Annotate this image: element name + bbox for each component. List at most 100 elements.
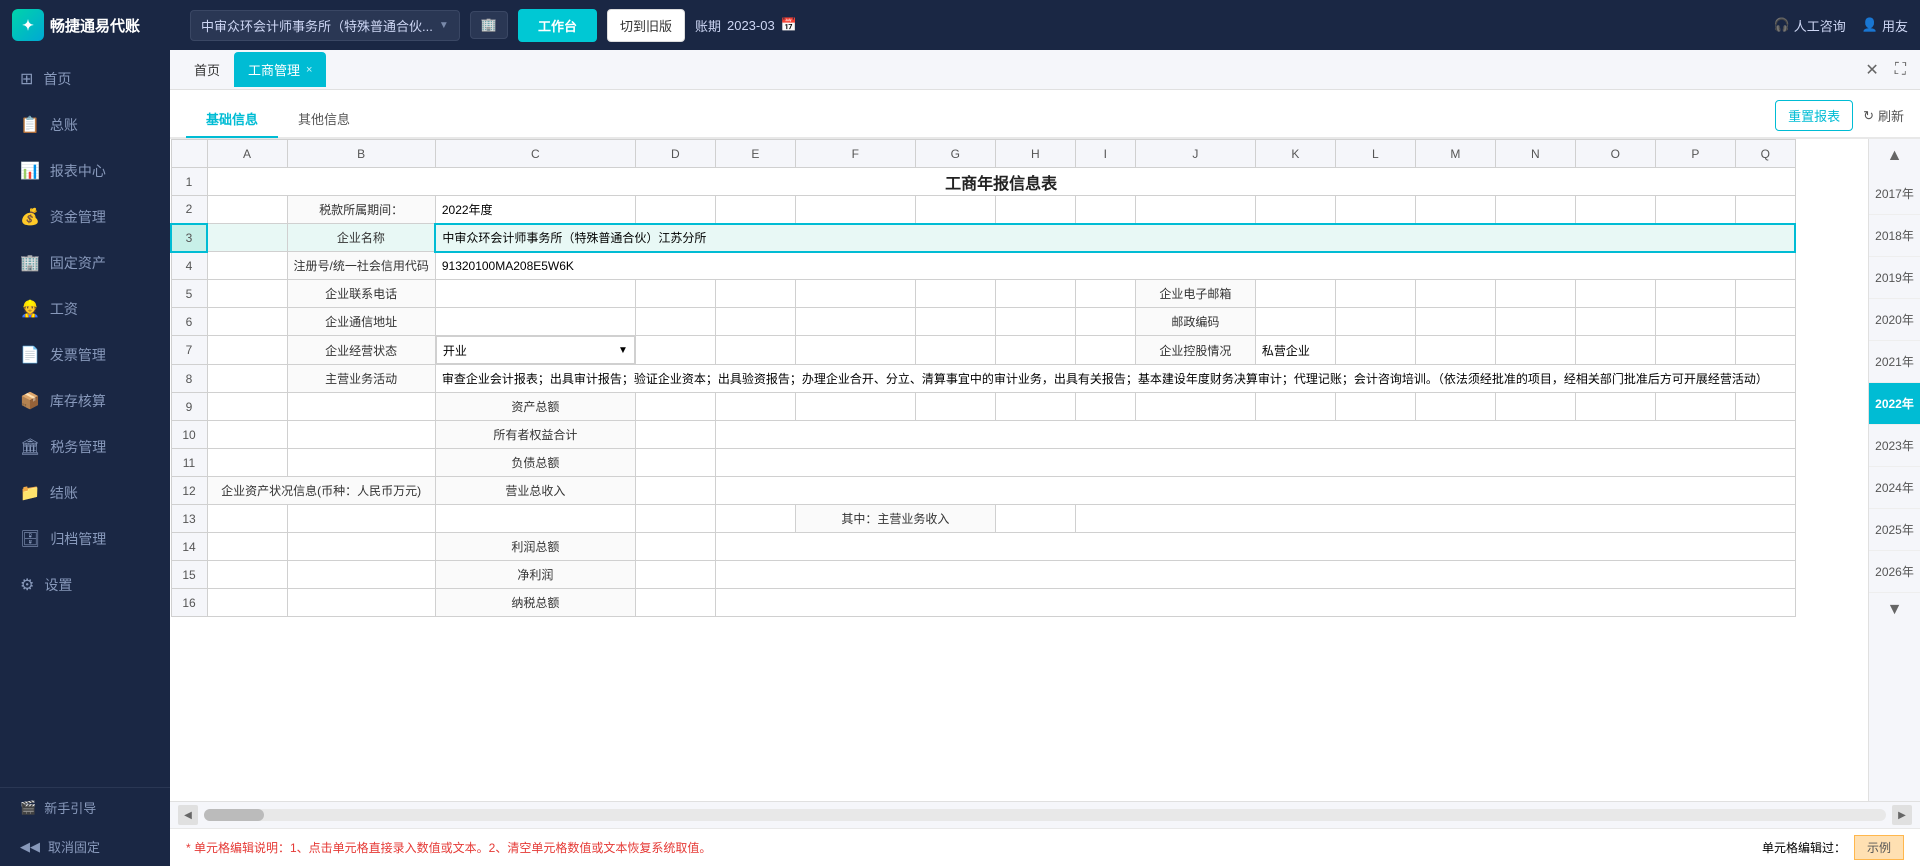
scroll-right-button[interactable]: ▶ xyxy=(1892,805,1912,825)
sidebar-item-archive[interactable]: 🗄 归档管理 xyxy=(0,516,170,562)
header-col-h: H xyxy=(995,140,1075,168)
sub-tab-basic[interactable]: 基础信息 xyxy=(186,101,278,138)
r8-a xyxy=(207,365,287,393)
workbench-button[interactable]: 工作台 xyxy=(518,9,597,42)
year-item-2018[interactable]: 2018年 xyxy=(1869,215,1920,257)
close-icon[interactable]: × xyxy=(306,64,312,76)
r7-k[interactable]: 私营企业 xyxy=(1255,336,1335,365)
r11-a xyxy=(207,449,287,477)
sidebar-item-label: 总账 xyxy=(50,115,78,135)
sidebar-item-close-account[interactable]: 📁 结账 xyxy=(0,470,170,516)
tab-industrial[interactable]: 工商管理 × xyxy=(234,52,326,87)
dropdown-arrow-icon: ▼ xyxy=(618,345,628,356)
tab-bar: 首页 工商管理 × ✕ ⛶ xyxy=(170,50,1920,90)
r7-c[interactable]: 开业 ▼ xyxy=(436,336,635,364)
sub-tab-bar: 基础信息 其他信息 重置报表 ↻ 刷新 xyxy=(170,90,1920,139)
r16-c: 纳税总额 xyxy=(435,589,635,617)
sidebar-item-home[interactable]: ⊞ 首页 xyxy=(0,56,170,102)
sidebar-item-invoice[interactable]: 📄 发票管理 xyxy=(0,332,170,378)
r7-o xyxy=(1575,336,1655,365)
calendar-icon[interactable]: 📅 xyxy=(781,17,797,33)
year-item-2023[interactable]: 2023年 xyxy=(1869,425,1920,467)
r2-c[interactable]: 2022年度 xyxy=(435,196,635,224)
close-window-button[interactable]: ✕ xyxy=(1861,56,1882,84)
r7-a xyxy=(207,336,287,365)
header-col-m: M xyxy=(1415,140,1495,168)
sidebar-item-label: 设置 xyxy=(44,575,72,595)
sidebar-item-fixed-assets[interactable]: 🏢 固定资产 xyxy=(0,240,170,286)
sidebar-item-reports[interactable]: 📊 报表中心 xyxy=(0,148,170,194)
year-item-2022[interactable]: 2022年 xyxy=(1869,383,1920,425)
refresh-button[interactable]: ↻ 刷新 xyxy=(1863,106,1904,125)
r5-f xyxy=(795,280,915,308)
r4-b: 注册号/统一社会信用代码 xyxy=(287,252,435,280)
r6-c[interactable] xyxy=(435,308,635,336)
year-item-2025[interactable]: 2025年 xyxy=(1869,509,1920,551)
year-scroll-down-button[interactable]: ▼ xyxy=(1869,593,1920,627)
year-item-2019[interactable]: 2019年 xyxy=(1869,257,1920,299)
new-guide-button[interactable]: 🎬 新手引导 xyxy=(0,788,170,827)
company-selector[interactable]: 中审众环会计师事务所（特殊普通合伙... ▼ xyxy=(190,10,460,41)
year-item-2026[interactable]: 2026年 xyxy=(1869,551,1920,593)
sidebar-item-salary[interactable]: 👷 工资 xyxy=(0,286,170,332)
r12-d[interactable] xyxy=(635,477,715,505)
year-item-2020[interactable]: 2020年 xyxy=(1869,299,1920,341)
r7-q xyxy=(1735,336,1795,365)
r10-d[interactable] xyxy=(635,421,715,449)
table-row: 6 企业通信地址 邮政编码 xyxy=(171,308,1795,336)
r7-e xyxy=(715,336,795,365)
app-title: 畅捷通易代账 xyxy=(50,15,140,36)
r16-d[interactable] xyxy=(635,589,715,617)
sidebar-item-inventory[interactable]: 📦 库存核算 xyxy=(0,378,170,424)
r13-h[interactable] xyxy=(995,505,1075,533)
r8-c[interactable]: 审查企业会计报表；出具审计报告；验证企业资本；出具验资报告；办理企业合开、分立、… xyxy=(435,365,1795,393)
year-item-2024[interactable]: 2024年 xyxy=(1869,467,1920,509)
scroll-left-button[interactable]: ◀ xyxy=(178,805,198,825)
r9-d[interactable] xyxy=(635,393,715,421)
cancel-fixed-button[interactable]: ◀◀ 取消固定 xyxy=(0,827,170,866)
sub-tab-other[interactable]: 其他信息 xyxy=(278,101,370,138)
row-num-11: 11 xyxy=(171,449,207,477)
expand-button[interactable]: ⛶ xyxy=(1891,57,1910,83)
row-num-1: 1 xyxy=(171,168,207,196)
table-row: 11 负债总额 xyxy=(171,449,1795,477)
r13-c xyxy=(435,505,635,533)
year-item-2017[interactable]: 2017年 xyxy=(1869,173,1920,215)
page-content: 基础信息 其他信息 重置报表 ↻ 刷新 xyxy=(170,90,1920,866)
r5-c[interactable] xyxy=(435,280,635,308)
r13-f: 其中：主营业务收入 xyxy=(795,505,995,533)
r11-d[interactable] xyxy=(635,449,715,477)
tab-home[interactable]: 首页 xyxy=(180,52,234,87)
sidebar-item-settings[interactable]: ⚙ 设置 xyxy=(0,562,170,608)
row-num-16: 16 xyxy=(171,589,207,617)
r6-k[interactable] xyxy=(1255,308,1335,336)
r15-d[interactable] xyxy=(635,561,715,589)
reports-icon: 📊 xyxy=(20,161,40,181)
r5-g xyxy=(915,280,995,308)
year-scroll-up-button[interactable]: ▲ xyxy=(1869,139,1920,173)
r9-a xyxy=(207,393,287,421)
sidebar-item-finance[interactable]: 💰 资金管理 xyxy=(0,194,170,240)
r12-ab: 企业资产状况信息(币种：人民币万元) xyxy=(207,477,435,505)
switch-old-button[interactable]: 切到旧版 xyxy=(607,9,685,42)
r6-b: 企业通信地址 xyxy=(287,308,435,336)
sidebar-item-ledger[interactable]: 📋 总账 xyxy=(0,102,170,148)
r14-d[interactable] xyxy=(635,533,715,561)
header-col-e: E xyxy=(715,140,795,168)
spreadsheet-container[interactable]: A B C D E F G H I J K L xyxy=(170,139,1868,801)
sidebar-item-label: 资金管理 xyxy=(50,207,106,227)
horizontal-scroll-track[interactable] xyxy=(204,809,1886,821)
table-row: 14 利润总额 xyxy=(171,533,1795,561)
sidebar-item-tax[interactable]: 🏛 税务管理 xyxy=(0,424,170,470)
year-item-2021[interactable]: 2021年 xyxy=(1869,341,1920,383)
r3-c[interactable]: 中审众环会计师事务所（特殊普通合伙）江苏分所 xyxy=(435,224,1795,252)
sheet-title-cell[interactable]: 工商年报信息表 xyxy=(207,168,1795,196)
r4-c[interactable]: 91320100MA208E5W6K xyxy=(435,252,1795,280)
reset-report-button[interactable]: 重置报表 xyxy=(1775,100,1853,131)
consult-button[interactable]: 🎧 人工咨询 xyxy=(1774,16,1846,35)
r5-k[interactable] xyxy=(1255,280,1335,308)
table-row: 1 工商年报信息表 xyxy=(171,168,1795,196)
user-button[interactable]: 👤 用友 xyxy=(1862,16,1908,35)
r7-d xyxy=(635,336,715,365)
company-icon-button[interactable]: 🏢 xyxy=(470,11,508,39)
